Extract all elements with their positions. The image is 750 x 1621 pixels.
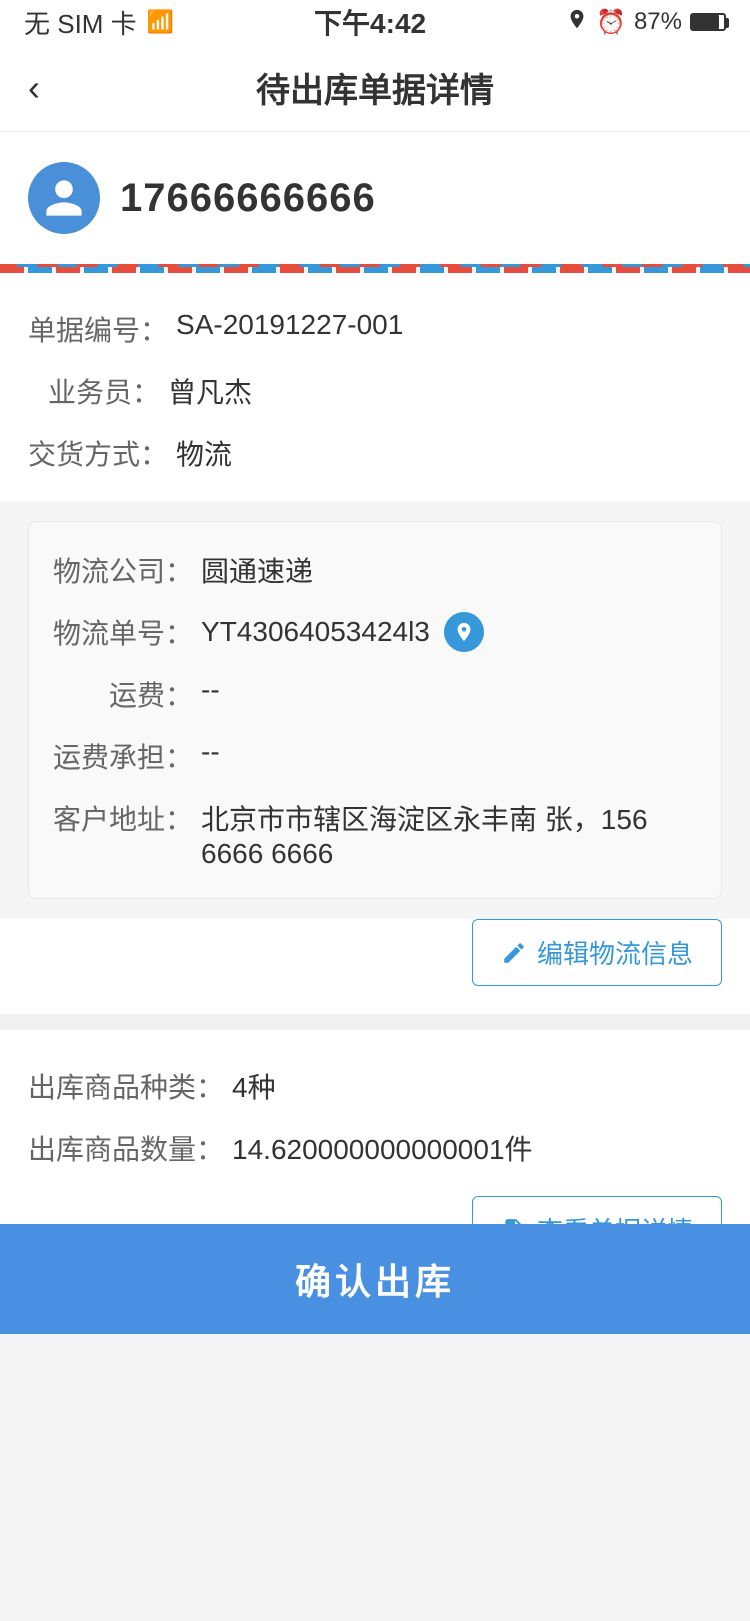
wifi-icon: 📶	[147, 9, 174, 35]
tracking-row: 物流单号： YT43064053424l3	[53, 612, 697, 652]
order-num-value: SA-20191227-001	[176, 309, 722, 341]
edit-logistics-button[interactable]: 编辑物流信息	[472, 919, 722, 986]
freight-row: 运费： --	[53, 674, 697, 714]
confirm-button[interactable]: 确认出库	[0, 1224, 750, 1334]
logistics-company-label: 物流公司：	[53, 550, 201, 590]
tracking-number-text: YT43064053424l3	[201, 616, 430, 648]
avatar-icon	[42, 176, 86, 220]
address-row: 客户地址： 北京市市辖区海淀区永丰南 张，156 6666 6666	[53, 798, 697, 870]
freight-bear-row: 运费承担： --	[53, 736, 697, 776]
freight-bear-label: 运费承担：	[53, 736, 201, 776]
delivery-value: 物流	[176, 433, 722, 473]
nav-bar: ‹ 待出库单据详情	[0, 44, 750, 132]
goods-quantity-label: 出库商品数量：	[28, 1128, 232, 1168]
tracking-location-icon[interactable]	[444, 612, 484, 652]
logistics-card: 物流公司： 圆通速递 物流单号： YT43064053424l3 运费： -- …	[28, 521, 722, 899]
logistics-company-row: 物流公司： 圆通速递	[53, 550, 697, 590]
order-num-row: 单据编号： SA-20191227-001	[28, 309, 722, 349]
battery-label: 87%	[634, 8, 682, 36]
delivery-row: 交货方式： 物流	[28, 433, 722, 473]
edit-btn-row: 编辑物流信息	[0, 919, 750, 1014]
goods-section: 出库商品种类： 4种 出库商品数量： 14.620000000000001件	[0, 1030, 750, 1196]
status-right: ⏰ 87%	[566, 8, 726, 37]
location-icon	[566, 8, 588, 37]
staff-label: 业务员：	[28, 371, 168, 411]
user-header: 17666666666	[0, 132, 750, 267]
order-num-label: 单据编号：	[28, 309, 176, 349]
edit-icon	[501, 940, 527, 966]
status-bar: 无 SIM 卡 📶 下午4:42 ⏰ 87%	[0, 0, 750, 44]
back-button[interactable]: ‹	[28, 67, 40, 109]
goods-types-row: 出库商品种类： 4种	[28, 1066, 722, 1106]
alarm-icon: ⏰	[596, 8, 626, 37]
freight-bear-value: --	[201, 736, 697, 768]
address-label: 客户地址：	[53, 798, 201, 838]
page-title: 待出库单据详情	[256, 63, 494, 112]
confirm-label: 确认出库	[295, 1253, 455, 1305]
goods-quantity-value: 14.620000000000001件	[232, 1128, 722, 1168]
section-divider	[0, 1014, 750, 1030]
goods-types-value: 4种	[232, 1066, 722, 1106]
goods-types-label: 出库商品种类：	[28, 1066, 232, 1106]
tracking-label: 物流单号：	[53, 612, 201, 652]
edit-logistics-label: 编辑物流信息	[537, 934, 693, 971]
delivery-label: 交货方式：	[28, 433, 176, 473]
goods-quantity-row: 出库商品数量： 14.620000000000001件	[28, 1128, 722, 1168]
main-content: 17666666666 单据编号： SA-20191227-001 业务员： 曾…	[0, 132, 750, 1621]
address-value: 北京市市辖区海淀区永丰南 张，156 6666 6666	[201, 798, 697, 870]
freight-label: 运费：	[53, 674, 201, 714]
logistics-company-value: 圆通速递	[201, 550, 697, 590]
avatar	[28, 162, 100, 234]
user-phone: 17666666666	[120, 176, 376, 221]
battery-icon	[690, 13, 726, 31]
order-info-section: 单据编号： SA-20191227-001 业务员： 曾凡杰 交货方式： 物流	[0, 273, 750, 501]
staff-row: 业务员： 曾凡杰	[28, 371, 722, 411]
staff-value: 曾凡杰	[168, 371, 722, 411]
status-time: 下午4:42	[314, 2, 426, 42]
status-left: 无 SIM 卡 📶	[24, 4, 174, 41]
freight-value: --	[201, 674, 697, 706]
tracking-value: YT43064053424l3	[201, 612, 697, 652]
carrier-label: 无 SIM 卡	[24, 4, 137, 41]
